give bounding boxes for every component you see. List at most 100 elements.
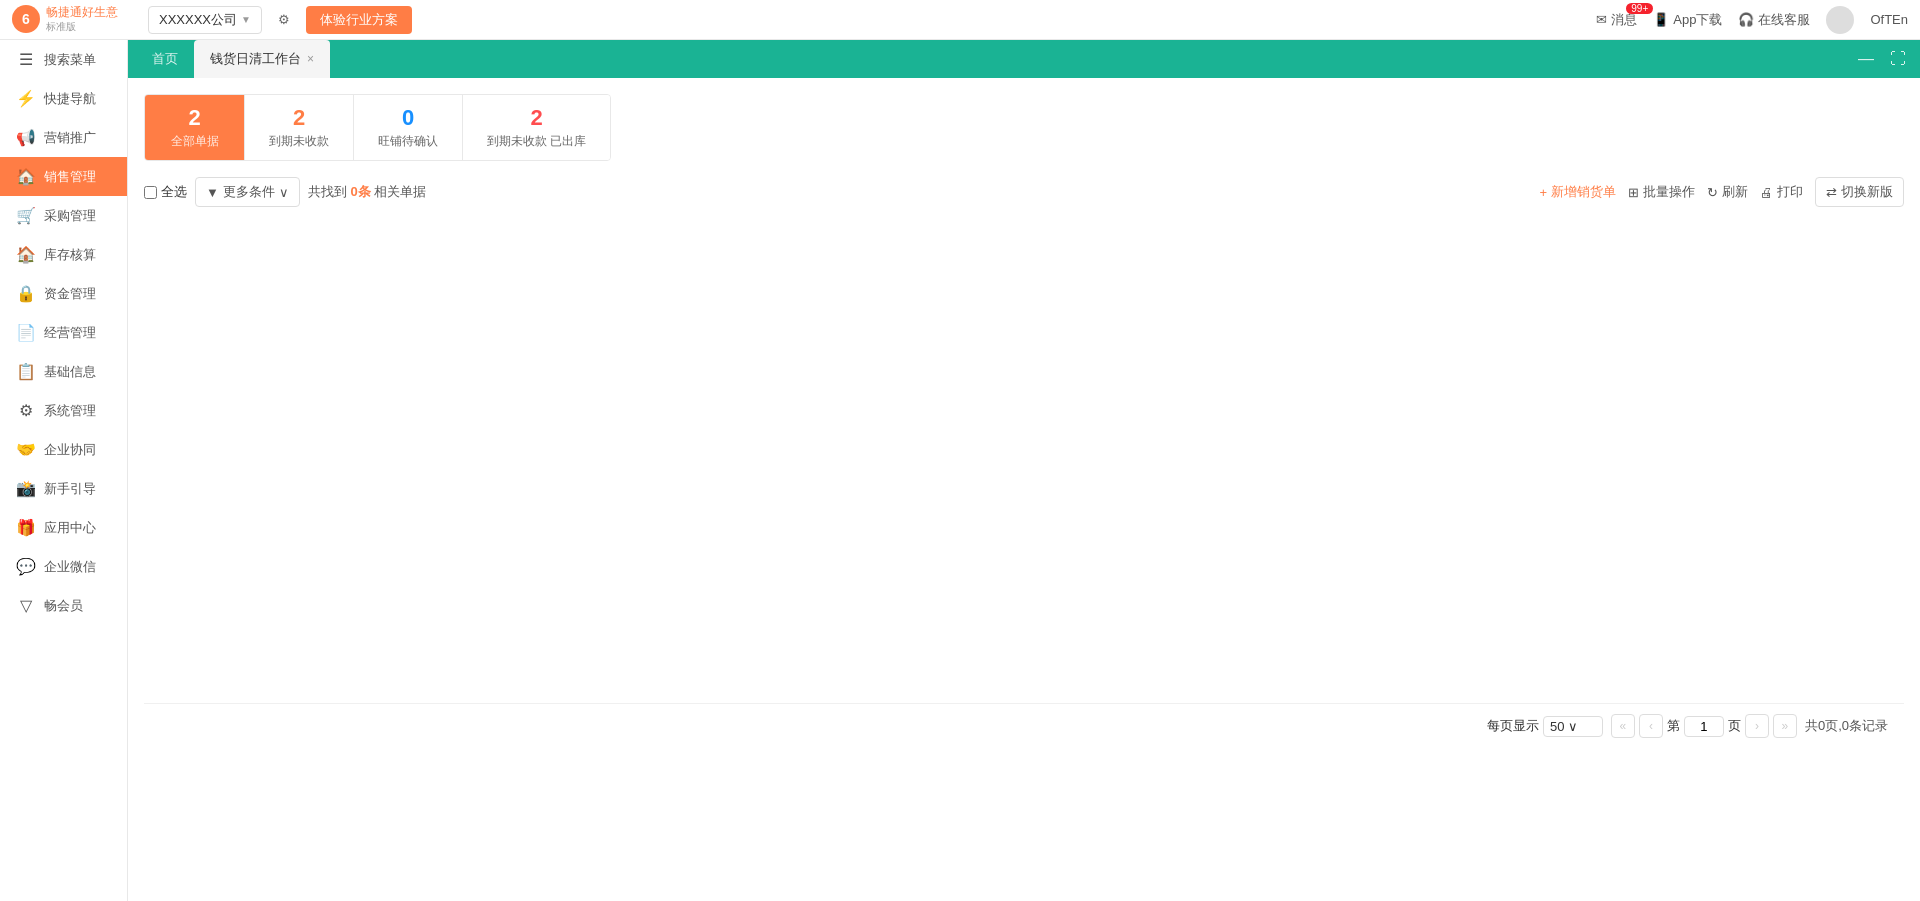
logo-text: 畅捷通好生意 [46,5,118,19]
found-text: 共找到 0条 相关单据 [308,183,426,201]
sidebar-item-sales[interactable]: 🏠 销售管理 [0,157,127,196]
message-icon: ✉ [1596,12,1607,27]
stats-tab-overdue[interactable]: 2 到期未收款 [245,95,354,160]
system-icon: ⚙ [16,401,36,420]
sidebar-item-enterprise-wx[interactable]: 💬 企业微信 [0,547,127,586]
batch-operation-button[interactable]: ⊞ 批量操作 [1628,183,1695,201]
sidebar-item-finance[interactable]: 🔒 资金管理 [0,274,127,313]
sidebar-item-label: 应用中心 [44,519,96,537]
add-icon: + [1539,185,1547,200]
toolbar-right: + 新增销货单 ⊞ 批量操作 ↻ 刷新 🖨 打印 ⇄ 切换新版 [1539,177,1904,207]
next-page-icon: › [1755,719,1759,733]
header-right: ✉ 消息 99+ 📱 App下载 🎧 在线客服 OfTEn [1596,6,1908,34]
newbie-icon: 📸 [16,479,36,498]
sidebar-item-label: 新手引导 [44,480,96,498]
batch-icon: ⊞ [1628,185,1639,200]
select-all-checkbox[interactable]: 全选 [144,183,187,201]
sidebar-item-basic-info[interactable]: 📋 基础信息 [0,352,127,391]
prev-page-button[interactable]: ‹ [1639,714,1663,738]
sidebar-item-label: 库存核算 [44,246,96,264]
member-icon: ▽ [16,596,36,615]
online-service-label: 在线客服 [1758,11,1810,29]
print-icon: 🖨 [1760,185,1773,200]
sidebar-item-quick-nav[interactable]: ⚡ 快捷导航 [0,79,127,118]
tab-work-area[interactable]: 钱货日清工作台 × [194,40,330,78]
app-center-icon: 🎁 [16,518,36,537]
inventory-icon: 🏠 [16,245,36,264]
service-icon: 🎧 [1738,12,1754,27]
sidebar-item-label: 企业微信 [44,558,96,576]
marketing-icon: 📢 [16,128,36,147]
filter-button[interactable]: ▼ 更多条件 ∨ [195,177,300,207]
page-size-input[interactable]: 50 ∨ [1543,716,1603,737]
logo-area: 6 畅捷通好生意 标准版 [12,5,140,33]
stats-tab-all[interactable]: 2 全部单据 [145,95,245,160]
add-label: 新增销货单 [1551,183,1616,201]
user-name[interactable]: OfTEn [1870,12,1908,27]
basic-info-icon: 📋 [16,362,36,381]
online-service-button[interactable]: 🎧 在线客服 [1738,11,1810,29]
refresh-button[interactable]: ↻ 刷新 [1707,183,1748,201]
message-button[interactable]: ✉ 消息 99+ [1596,11,1637,29]
sidebar-item-operations[interactable]: 📄 经营管理 [0,313,127,352]
pagination-bar: 每页显示 50 ∨ « ‹ 第 页 › [144,703,1904,748]
last-page-button[interactable]: » [1773,714,1797,738]
sidebar-item-newbie[interactable]: 📸 新手引导 [0,469,127,508]
sidebar-item-label: 经营管理 [44,324,96,342]
tab-work-area-label: 钱货日清工作台 [210,50,301,68]
sidebar-item-app-center[interactable]: 🎁 应用中心 [0,508,127,547]
trial-button[interactable]: 体验行业方案 [306,6,412,34]
sidebar-item-inventory[interactable]: 🏠 库存核算 [0,235,127,274]
last-page-icon: » [1782,719,1789,733]
sidebar-item-label: 销售管理 [44,168,96,186]
sidebar-item-label: 快捷导航 [44,90,96,108]
page-nav: « ‹ 第 页 › » [1611,714,1797,738]
stats-overdue-label: 到期未收款 [269,133,329,150]
toolbar-left: 全选 ▼ 更多条件 ∨ 共找到 0条 相关单据 [144,177,1531,207]
stats-tab-overdue-shipped[interactable]: 2 到期未收款 已出库 [463,95,610,160]
stats-pending-num: 0 [378,105,438,131]
sidebar-item-marketing[interactable]: 📢 营销推广 [0,118,127,157]
sidebar-item-label: 企业协同 [44,441,96,459]
minimize-icon[interactable]: — [1852,50,1880,68]
maximize-icon[interactable]: ⛶ [1884,50,1912,68]
stats-overdue-num: 2 [269,105,329,131]
download-icon: 📱 [1653,12,1669,27]
refresh-icon: ↻ [1707,185,1718,200]
sidebar-item-search-menu[interactable]: ☰ 搜索菜单 [0,40,127,79]
close-tab-icon[interactable]: × [307,52,314,66]
switch-label: 切换新版 [1841,183,1893,201]
logo-icon: 6 [12,5,40,33]
sidebar-item-enterprise[interactable]: 🤝 企业协同 [0,430,127,469]
sidebar-item-system[interactable]: ⚙ 系统管理 [0,391,127,430]
sidebar-item-label: 畅会员 [44,597,83,615]
select-all-label: 全选 [161,183,187,201]
filter-icon: ▼ [206,185,219,200]
content-area [144,223,1904,703]
nav-tabs-bar: 首页 钱货日清工作台 × — ⛶ [128,40,1920,78]
current-page-input[interactable] [1684,716,1724,737]
print-button[interactable]: 🖨 打印 [1760,183,1803,201]
settings-button[interactable]: ⚙ [270,6,298,34]
per-page-label: 每页显示 [1487,717,1539,735]
select-all-input[interactable] [144,186,157,199]
sidebar-item-member[interactable]: ▽ 畅会员 [0,586,127,625]
avatar[interactable] [1826,6,1854,34]
sidebar-item-purchase[interactable]: 🛒 采购管理 [0,196,127,235]
toolbar: 全选 ▼ 更多条件 ∨ 共找到 0条 相关单据 + 新增销货单 [144,177,1904,207]
add-order-button[interactable]: + 新增销货单 [1539,183,1616,201]
finance-icon: 🔒 [16,284,36,303]
stats-tabs: 2 全部单据 2 到期未收款 0 旺铺待确认 2 到期未收款 已出库 [144,94,611,161]
tab-home[interactable]: 首页 [136,40,194,78]
sidebar-item-label: 基础信息 [44,363,96,381]
top-header: 6 畅捷通好生意 标准版 XXXXXX公司 ▼ ⚙ 体验行业方案 ✉ 消息 99… [0,0,1920,40]
stats-tab-pending[interactable]: 0 旺铺待确认 [354,95,463,160]
app-download-button[interactable]: 📱 App下载 [1653,11,1722,29]
page-total: 共0页,0条记录 [1805,717,1888,735]
stats-overdue-shipped-label: 到期未收款 已出库 [487,133,586,150]
next-page-button[interactable]: › [1745,714,1769,738]
refresh-label: 刷新 [1722,183,1748,201]
first-page-button[interactable]: « [1611,714,1635,738]
switch-version-button[interactable]: ⇄ 切换新版 [1815,177,1904,207]
company-selector[interactable]: XXXXXX公司 ▼ [148,6,262,34]
